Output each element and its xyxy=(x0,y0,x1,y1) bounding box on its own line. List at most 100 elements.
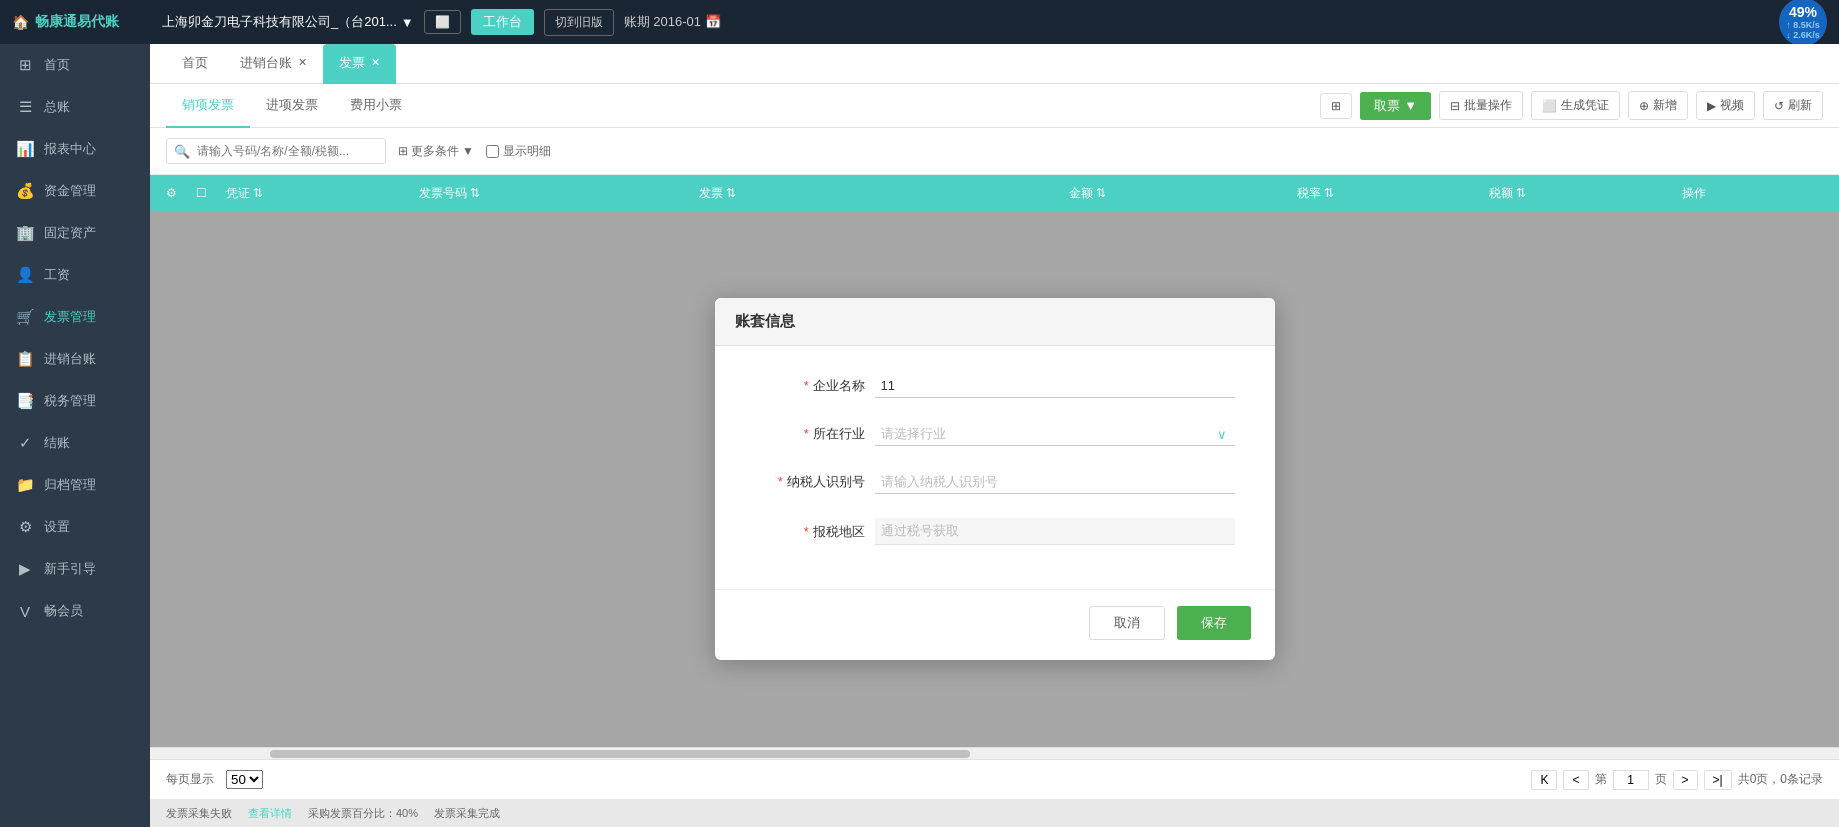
first-page-button[interactable]: K xyxy=(1531,770,1557,790)
archive-icon: 📁 xyxy=(16,476,34,494)
company-dropdown-icon: ▼ xyxy=(401,15,414,30)
batch-ops-label: 批量操作 xyxy=(1464,97,1512,114)
tab-home[interactable]: 首页 xyxy=(166,44,224,84)
sidebar-item-purchase[interactable]: 📋 进销台账 xyxy=(0,338,150,380)
sidebar-item-home[interactable]: ⊞ 首页 xyxy=(0,44,150,86)
scroll-thumb[interactable] xyxy=(270,750,970,758)
refresh-button[interactable]: ↺ 刷新 xyxy=(1763,91,1823,120)
ledger-icon: ☰ xyxy=(16,98,34,116)
th-voucher[interactable]: 凭证 ⇅ xyxy=(218,185,411,202)
total-records: 共0页，0条记录 xyxy=(1738,771,1823,788)
next-page-button[interactable]: > xyxy=(1673,770,1698,790)
sidebar-item-label: 固定资产 xyxy=(44,224,96,242)
cancel-button[interactable]: 取消 xyxy=(1089,606,1165,640)
sidebar-item-payroll[interactable]: 👤 工资 xyxy=(0,254,150,296)
workbench-button[interactable]: 工作台 xyxy=(471,9,534,35)
last-page-button[interactable]: >| xyxy=(1704,770,1732,790)
bottom-link1[interactable]: 查看详情 xyxy=(248,806,292,821)
sidebar-item-guide[interactable]: ▶ 新手引导 xyxy=(0,548,150,590)
main-area: 上海卯金刀电子科技有限公司_（台201... ▼ ⬜ 工作台 切到旧版 账期 2… xyxy=(150,0,1839,827)
sidebar-item-settings[interactable]: ⚙ 设置 xyxy=(0,506,150,548)
guide-icon: ▶ xyxy=(16,560,34,578)
sidebar: 🏠 畅康通易代账 ⊞ 首页 ☰ 总账 📊 报表中心 💰 资金管理 🏢 固定资产 … xyxy=(0,0,150,827)
subtab-sales-invoice[interactable]: 销项发票 xyxy=(166,84,250,128)
switch-old-button[interactable]: 切到旧版 xyxy=(544,9,614,36)
video-icon: ▶ xyxy=(1707,99,1716,113)
subtab-bar: 销项发票 进项发票 费用小票 ⊞ 取票 ▼ ⊟ 批量操作 xyxy=(150,84,1839,128)
sort-icon: ⇅ xyxy=(470,186,480,200)
search-wrapper: 🔍 xyxy=(166,138,386,164)
form-row-industry: * 所在行业 请选择行业 ∨ xyxy=(755,422,1235,446)
industry-select[interactable]: 请选择行业 xyxy=(875,422,1235,445)
required-mark: * xyxy=(804,524,809,539)
sidebar-item-member[interactable]: V 畅会员 xyxy=(0,590,150,632)
search-input[interactable] xyxy=(166,138,386,164)
th-invoice-info[interactable]: 发票 ⇅ xyxy=(691,185,1060,202)
save-button[interactable]: 保存 xyxy=(1177,606,1251,640)
th-tax-rate[interactable]: 税率 ⇅ xyxy=(1289,185,1482,202)
subtab-expense-ticket[interactable]: 费用小票 xyxy=(334,84,418,128)
per-page-select[interactable]: 50 xyxy=(226,770,263,789)
video-button[interactable]: ▶ 视频 xyxy=(1696,91,1755,120)
sidebar-item-assets[interactable]: 🏢 固定资产 xyxy=(0,212,150,254)
show-detail-checkbox[interactable] xyxy=(486,145,499,158)
gen-voucher-button[interactable]: ⬜ 生成凭证 xyxy=(1531,91,1620,120)
page-controls: K < 第 页 > >| 共0页，0条记录 xyxy=(1531,770,1823,790)
speed-percent: 49% xyxy=(1789,4,1817,20)
page-suffix: 页 xyxy=(1655,771,1667,788)
sort-icon: ⇅ xyxy=(1516,186,1526,200)
page-number-input[interactable] xyxy=(1613,770,1649,790)
company-selector[interactable]: 上海卯金刀电子科技有限公司_（台201... ▼ xyxy=(162,13,414,31)
sidebar-item-funds[interactable]: 💰 资金管理 xyxy=(0,170,150,212)
gen-voucher-label: 生成凭证 xyxy=(1561,97,1609,114)
prev-page-button[interactable]: < xyxy=(1563,770,1588,790)
company-name-input[interactable] xyxy=(875,374,1235,398)
tab-invoice[interactable]: 发票 ✕ xyxy=(323,44,396,84)
sidebar-item-archive[interactable]: 📁 归档管理 xyxy=(0,464,150,506)
taxid-input[interactable] xyxy=(875,470,1235,494)
batch-ops-button[interactable]: ⊟ 批量操作 xyxy=(1439,91,1523,120)
funds-icon: 💰 xyxy=(16,182,34,200)
sidebar-item-tax[interactable]: 📑 税务管理 xyxy=(0,380,150,422)
th-settings[interactable]: ⚙ xyxy=(158,186,188,200)
modal-footer: 取消 保存 xyxy=(715,589,1275,660)
ticket-button[interactable]: 取票 ▼ xyxy=(1360,92,1431,120)
calendar-icon: 📅 xyxy=(705,14,721,29)
horizontal-scrollbar[interactable] xyxy=(150,747,1839,759)
subtab-sales-label: 销项发票 xyxy=(182,96,234,114)
sidebar-item-label: 畅会员 xyxy=(44,602,83,620)
th-checkbox[interactable]: ☐ xyxy=(188,186,218,200)
bottom-info-bar: 发票采集失败 查看详情 采购发票百分比：40% 发票采集完成 xyxy=(150,799,1839,827)
th-tax[interactable]: 税额 ⇅ xyxy=(1481,185,1674,202)
table-area: 账套信息 * 企业名称 xyxy=(150,211,1839,747)
speed-down: ↓ 2.6K/s xyxy=(1786,30,1820,40)
subtab-purchase-invoice[interactable]: 进项发票 xyxy=(250,84,334,128)
th-amount[interactable]: 金额 ⇅ xyxy=(1061,185,1289,202)
modal-title: 账套信息 xyxy=(715,298,1275,346)
sidebar-item-closing[interactable]: ✓ 结账 xyxy=(0,422,150,464)
more-conditions-label: 更多条件 xyxy=(411,143,459,160)
sidebar-item-reports[interactable]: 📊 报表中心 xyxy=(0,128,150,170)
tab-invoice-close-icon[interactable]: ✕ xyxy=(371,56,380,69)
sidebar-item-label: 报表中心 xyxy=(44,140,96,158)
sidebar-item-label: 归档管理 xyxy=(44,476,96,494)
refresh-icon: ↺ xyxy=(1774,99,1784,113)
subtab-expense-label: 费用小票 xyxy=(350,96,402,114)
assets-icon: 🏢 xyxy=(16,224,34,242)
sidebar-item-invoice[interactable]: 🛒 发票管理 xyxy=(0,296,150,338)
tax-icon: 📑 xyxy=(16,392,34,410)
grid-view-button[interactable]: ⊞ xyxy=(1320,93,1352,119)
add-label: 新增 xyxy=(1653,97,1677,114)
tab-purchase-close-icon[interactable]: ✕ xyxy=(298,56,307,69)
more-conditions-button[interactable]: ⊞ 更多条件 ▼ xyxy=(398,143,474,160)
document-icon-btn[interactable]: ⬜ xyxy=(424,10,461,34)
invoice-icon: 🛒 xyxy=(16,308,34,326)
taxid-label: * 纳税人识别号 xyxy=(755,473,875,491)
app-title: 畅康通易代账 xyxy=(35,13,119,31)
sidebar-item-ledger[interactable]: ☰ 总账 xyxy=(0,86,150,128)
th-invoice-no[interactable]: 发票号码 ⇅ xyxy=(411,185,692,202)
tab-purchase-ledger[interactable]: 进销台账 ✕ xyxy=(224,44,323,84)
add-new-button[interactable]: ⊕ 新增 xyxy=(1628,91,1688,120)
refresh-label: 刷新 xyxy=(1788,97,1812,114)
required-mark: * xyxy=(804,426,809,441)
